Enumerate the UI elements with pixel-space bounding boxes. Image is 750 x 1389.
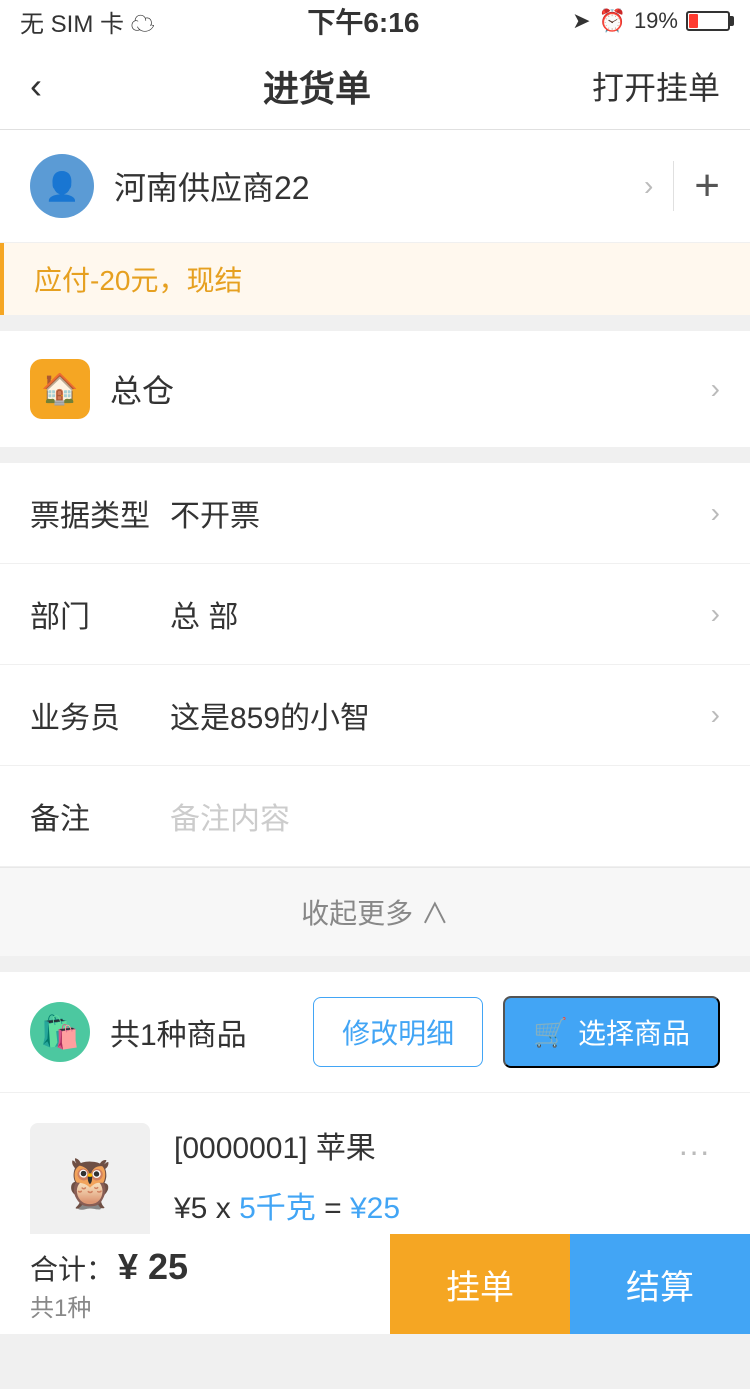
salesperson-chevron-icon: ›: [711, 699, 720, 731]
status-bar: 无 SIM 卡 ☁ 下午6:16 ➤ ⏰ 19%: [0, 0, 750, 42]
product-name: [0000001] 苹果: [174, 1123, 644, 1167]
remark-label: 备注: [30, 794, 170, 838]
warehouse-chevron-icon: ›: [711, 373, 720, 405]
product-quantity: 5千克: [239, 1192, 316, 1225]
collapse-text: 收起更多 ∧: [301, 892, 449, 932]
settle-button[interactable]: 结算: [570, 1234, 750, 1334]
product-header: 🛍️ 共1种商品 修改明细 🛒 选择商品: [0, 972, 750, 1093]
warehouse-name: 总仓: [110, 366, 711, 412]
status-time: 下午6:16: [307, 1, 419, 41]
total-amount: ¥ 25: [118, 1246, 188, 1288]
status-left: 无 SIM 卡 ☁: [20, 4, 155, 39]
location-icon: ➤: [572, 8, 590, 34]
hang-order-label: 挂单: [446, 1260, 514, 1309]
supplier-card: 👤 河南供应商22 › + 应付-20元，现结: [0, 130, 750, 315]
product-unit-price: ¥5: [174, 1192, 207, 1225]
open-pending-button[interactable]: 打开挂单: [592, 63, 720, 109]
warehouse-card: 🏠 总仓 ›: [0, 331, 750, 447]
product-thumb-owl-icon: 🦉: [60, 1155, 120, 1212]
warehouse-row[interactable]: 🏠 总仓 ›: [0, 331, 750, 447]
battery-percent: 19%: [634, 8, 678, 34]
remark-input[interactable]: 备注内容: [170, 794, 720, 838]
select-product-label: 选择商品: [578, 1012, 690, 1052]
main-content: 👤 河南供应商22 › + 应付-20元，现结 🏠 总仓 › 票据类型 不开票 …: [0, 130, 750, 1273]
add-button[interactable]: +: [694, 164, 720, 208]
invoice-type-label: 票据类型: [30, 491, 170, 535]
supplier-row[interactable]: 👤 河南供应商22 › +: [0, 130, 750, 243]
settle-label: 结算: [626, 1260, 694, 1309]
department-chevron-icon: ›: [711, 598, 720, 630]
product-price: ¥5 x 5千克 = ¥25: [174, 1183, 644, 1227]
product-count-text: 共1种商品: [110, 1010, 293, 1054]
product-icon: 🛍️: [30, 1002, 90, 1062]
product-total: ¥25: [350, 1192, 400, 1225]
alarm-icon: ⏰: [599, 8, 626, 34]
salesperson-row[interactable]: 业务员 这是859的小智 ›: [0, 665, 750, 766]
salesperson-label: 业务员: [30, 693, 170, 737]
supplier-chevron-icon: ›: [644, 170, 653, 202]
bag-icon: 🛍️: [40, 1013, 80, 1051]
department-value: 总 部: [170, 592, 711, 636]
supplier-name: 河南供应商22: [114, 163, 644, 209]
house-icon: 🏠: [41, 372, 78, 407]
avatar-icon: 👤: [45, 170, 80, 203]
sim-status: 无 SIM 卡 ☁: [20, 4, 155, 39]
bottom-bar: 合计： ¥ 25 共1种 挂单 结算: [0, 1234, 750, 1334]
vertical-divider: [673, 161, 674, 211]
battery-icon: [686, 11, 730, 31]
collapse-button[interactable]: 收起更多 ∧: [0, 867, 750, 956]
product-equals: =: [324, 1192, 350, 1225]
supplier-avatar: 👤: [30, 154, 94, 218]
total-label: 合计：: [30, 1248, 114, 1288]
product-card: 🛍️ 共1种商品 修改明细 🛒 选择商品 🦉 [0000001] 苹果 ¥5: [0, 972, 750, 1273]
invoice-chevron-icon: ›: [711, 497, 720, 529]
department-row[interactable]: 部门 总 部 ›: [0, 564, 750, 665]
form-card: 票据类型 不开票 › 部门 总 部 › 业务员 这是859的小智 › 备注 备注…: [0, 463, 750, 956]
total-count: 共1种: [30, 1288, 360, 1323]
edit-detail-button[interactable]: 修改明细: [313, 997, 483, 1067]
invoice-type-value: 不开票: [170, 491, 711, 535]
salesperson-value: 这是859的小智: [170, 693, 711, 737]
department-label: 部门: [30, 592, 170, 636]
invoice-type-row[interactable]: 票据类型 不开票 ›: [0, 463, 750, 564]
product-name-text: 苹果: [316, 1132, 376, 1165]
back-button[interactable]: ‹: [30, 65, 42, 107]
status-right: ➤ ⏰ 19%: [572, 8, 730, 34]
product-code: [0000001]: [174, 1132, 307, 1165]
warehouse-icon: 🏠: [30, 359, 90, 419]
product-thumbnail: 🦉: [30, 1123, 150, 1243]
nav-bar: ‹ 进货单 打开挂单: [0, 42, 750, 130]
cart-icon: 🛒: [533, 1016, 568, 1049]
select-product-button[interactable]: 🛒 选择商品: [503, 996, 720, 1068]
product-more-button[interactable]: ···: [668, 1123, 720, 1180]
product-info: [0000001] 苹果 ¥5 x 5千克 = ¥25: [174, 1123, 644, 1227]
product-multiply: x: [216, 1192, 239, 1225]
total-section: 合计： ¥ 25 共1种: [0, 1234, 390, 1334]
hang-order-button[interactable]: 挂单: [390, 1234, 570, 1334]
alert-banner: 应付-20元，现结: [0, 243, 750, 315]
page-title: 进货单: [263, 60, 371, 112]
remark-row[interactable]: 备注 备注内容: [0, 766, 750, 867]
